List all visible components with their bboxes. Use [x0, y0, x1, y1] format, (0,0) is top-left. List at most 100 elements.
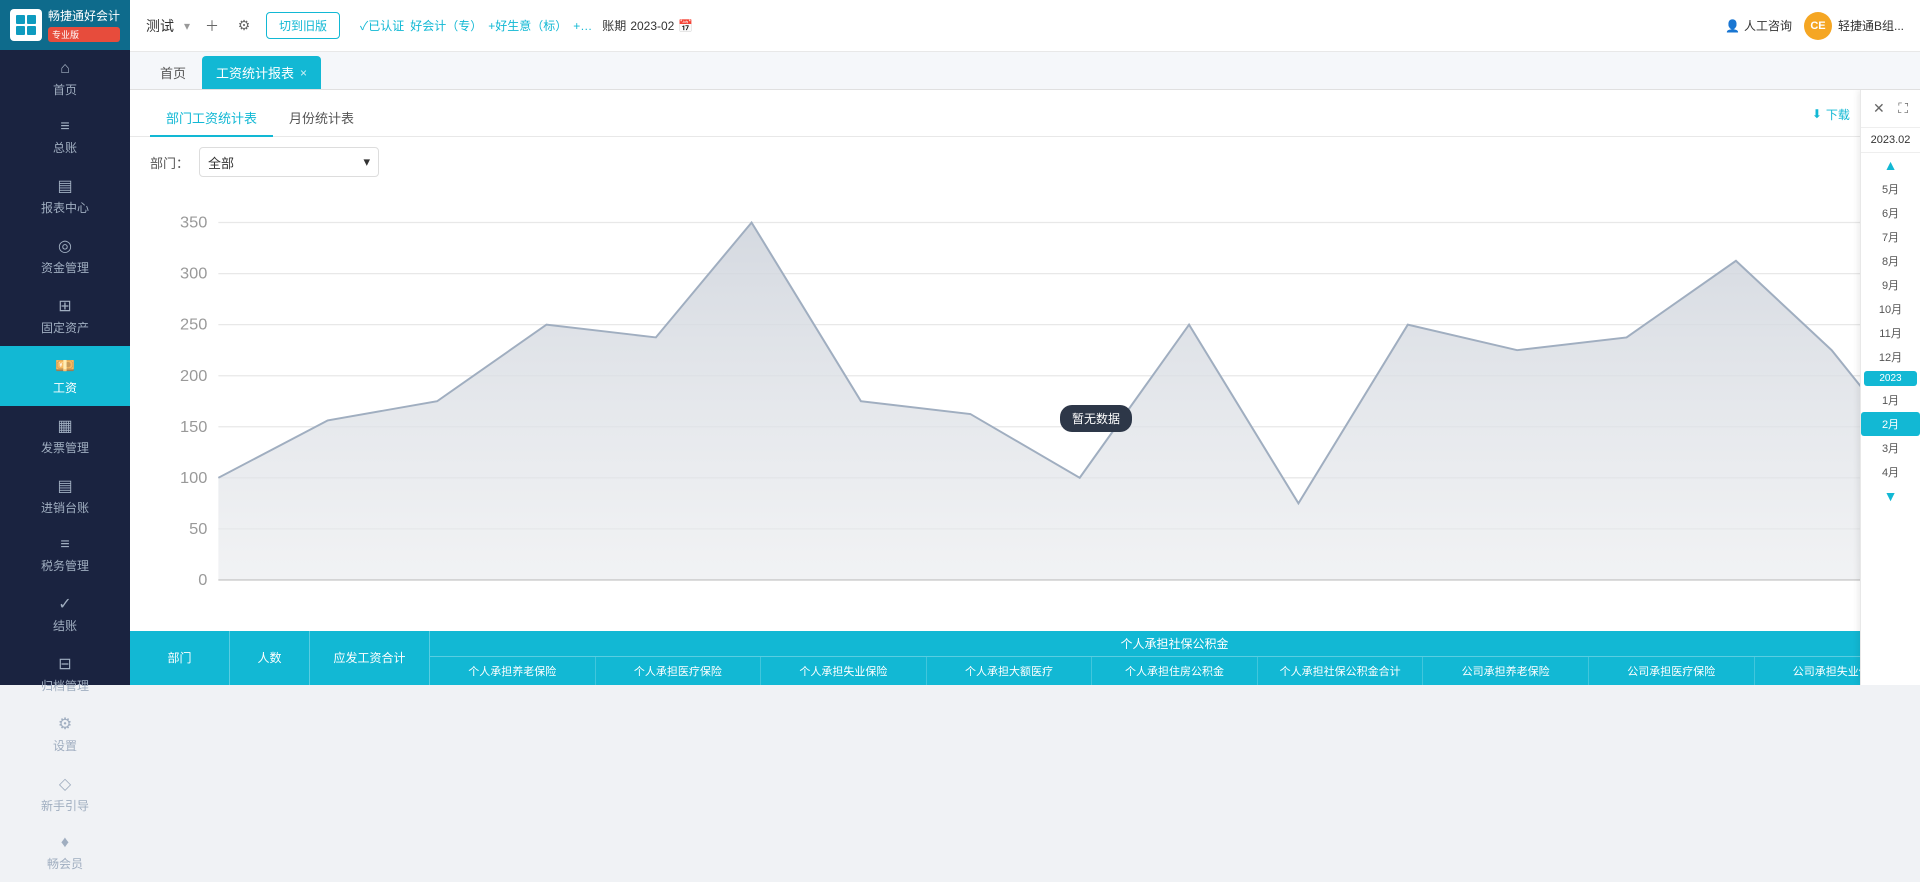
panel-month-8[interactable]: 8月	[1861, 249, 1920, 273]
help-icon: 👤	[1725, 19, 1740, 33]
panel-month-4[interactable]: 4月	[1861, 460, 1920, 484]
sidebar-item-finance[interactable]: ◎ 资金管理	[0, 226, 130, 286]
sidebar-item-payroll[interactable]: 💴 工资	[0, 346, 130, 406]
sidebar-item-label: 畅会员	[47, 855, 83, 872]
help-button[interactable]: 👤 人工咨询	[1725, 17, 1792, 34]
sub-tab-monthly[interactable]: 月份统计表	[273, 100, 370, 137]
ledger-icon: ≡	[60, 118, 69, 136]
panel-scroll-down-icon[interactable]: ▼	[1880, 484, 1902, 508]
period-label: 账期	[602, 17, 626, 34]
panel-close-icon[interactable]: ✕	[1869, 98, 1889, 119]
download-btn[interactable]: ⬇ 下载	[1812, 106, 1850, 123]
content-tabs: 首页 工资统计报表 ×	[130, 52, 1920, 90]
right-panel: ✕ ⛶ 2023.02 ▲ 5月 6月 7月 8月 9月 10月 11月 12月…	[1860, 90, 1920, 685]
finance-icon: ◎	[58, 236, 72, 256]
switch-to-old-btn[interactable]: 切到旧版	[266, 12, 340, 39]
panel-month-3[interactable]: 3月	[1861, 436, 1920, 460]
sidebar-item-label: 总账	[53, 139, 77, 156]
reports-icon: ▤	[57, 176, 72, 196]
settings-button[interactable]: ⚙	[232, 14, 256, 38]
sidebar-item-guide[interactable]: ◇ 新手引导	[0, 764, 130, 824]
logo-badge: 专业版	[48, 27, 120, 42]
chart-area: 350 300 250 200 150 100 50 0	[130, 187, 1920, 631]
panel-date: 2023.02	[1861, 128, 1920, 153]
assets-icon: ⊞	[58, 296, 71, 316]
topbar: 测试 ▾ ＋ ⚙ 切到旧版 ✓已认证 好会计（专） +好生意（标） +… 账期 …	[130, 0, 1920, 52]
page-content: 部门工资统计表 月份统计表 ⬇ 下载 ↻ 刷新 部门： 全部 ▾	[130, 90, 1920, 685]
calendar-icon[interactable]: 📅	[678, 19, 693, 33]
col-group-personal-insurance: 个人承担社保公积金 个人承担养老保险 个人承担医疗保险 个人承担失业保险 个人承…	[430, 631, 1920, 685]
sidebar-item-label: 进销台账	[41, 499, 89, 516]
sidebar-item-vip[interactable]: ♦ 畅会员	[0, 824, 130, 882]
avatar: CE	[1804, 12, 1832, 40]
sidebar-item-label: 设置	[53, 737, 77, 754]
col-total-salary: 应发工资合计	[310, 631, 430, 685]
add-button[interactable]: ＋	[200, 14, 224, 38]
dept-filter-select[interactable]: 全部 ▾	[199, 147, 379, 177]
user-name: 轻捷通B组...	[1838, 17, 1904, 34]
sidebar-item-label: 税务管理	[41, 557, 89, 574]
svg-text:100: 100	[180, 470, 208, 486]
sidebar-item-label: 发票管理	[41, 439, 89, 456]
tax-icon: ≡	[60, 536, 69, 554]
panel-year-2023: 2023	[1864, 371, 1917, 386]
panel-month-2-active[interactable]: 2月	[1861, 412, 1920, 436]
col-company-pension: 公司承担养老保险	[1423, 657, 1589, 685]
panel-month-11[interactable]: 11月	[1861, 321, 1920, 345]
panel-month-5[interactable]: 5月	[1861, 177, 1920, 201]
sidebar-item-home[interactable]: ⌂ 首页	[0, 50, 130, 108]
product-tag3: +…	[573, 19, 592, 33]
sidebar-item-assets[interactable]: ⊞ 固定资产	[0, 286, 130, 346]
panel-month-10[interactable]: 10月	[1861, 297, 1920, 321]
close-tab-icon[interactable]: ×	[300, 66, 307, 80]
panel-month-12[interactable]: 12月	[1861, 345, 1920, 369]
avatar-initials: CE	[1810, 20, 1825, 32]
period-value: 2023-02	[630, 19, 674, 33]
sidebar-item-invoice[interactable]: ▦ 发票管理	[0, 406, 130, 466]
table-header: 部门 人数 应发工资合计 个人承担社保公积金 个人承担养老保险 个人承担医疗保险…	[130, 631, 1920, 685]
sidebar-item-archive[interactable]: ⊟ 归档管理	[0, 644, 130, 704]
topbar-title: 测试	[146, 16, 174, 36]
logo-text: 畅捷通好会计	[48, 8, 120, 25]
archive-icon: ⊟	[58, 654, 71, 674]
panel-scroll-up-icon[interactable]: ▲	[1880, 153, 1902, 177]
topbar-dropdown-arrow[interactable]: ▾	[184, 19, 190, 33]
download-icon: ⬇	[1812, 107, 1822, 121]
sales-icon: ▤	[57, 476, 72, 496]
sidebar-item-reports[interactable]: ▤ 报表中心	[0, 166, 130, 226]
panel-month-1[interactable]: 1月	[1861, 388, 1920, 412]
topbar-actions: ＋ ⚙	[200, 14, 256, 38]
sidebar-item-settings[interactable]: ⚙ 设置	[0, 704, 130, 764]
panel-month-7[interactable]: 7月	[1861, 225, 1920, 249]
sidebar-item-label: 归档管理	[41, 677, 89, 694]
tab-payroll-report[interactable]: 工资统计报表 ×	[202, 56, 321, 89]
col-personal-medical: 个人承担医疗保险	[596, 657, 762, 685]
logo-icon	[10, 9, 42, 41]
dept-filter-label: 部门：	[150, 153, 189, 172]
sub-tabs: 部门工资统计表 月份统计表 ⬇ 下载 ↻ 刷新	[130, 90, 1920, 137]
tab-home[interactable]: 首页	[146, 56, 200, 89]
dept-filter-value: 全部	[208, 153, 234, 172]
filter-row: 部门： 全部 ▾	[130, 137, 1920, 187]
panel-month-6[interactable]: 6月	[1861, 201, 1920, 225]
help-label: 人工咨询	[1744, 17, 1792, 34]
sub-tab-dept[interactable]: 部门工资统计表	[150, 100, 273, 137]
svg-text:300: 300	[180, 266, 208, 282]
col-personal-pension: 个人承担养老保险	[430, 657, 596, 685]
panel-expand-icon[interactable]: ⛶	[1894, 98, 1912, 119]
invoice-icon: ▦	[57, 416, 72, 436]
panel-month-9[interactable]: 9月	[1861, 273, 1920, 297]
sidebar-item-label: 资金管理	[41, 259, 89, 276]
sidebar-item-sales[interactable]: ▤ 进销台账	[0, 466, 130, 526]
main-content: 测试 ▾ ＋ ⚙ 切到旧版 ✓已认证 好会计（专） +好生意（标） +… 账期 …	[130, 0, 1920, 685]
user-menu[interactable]: CE 轻捷通B组...	[1804, 12, 1904, 40]
svg-text:0: 0	[198, 573, 207, 589]
svg-text:250: 250	[180, 317, 208, 333]
sidebar-item-ledger[interactable]: ≡ 总账	[0, 108, 130, 166]
home-icon: ⌂	[60, 60, 70, 78]
vip-icon: ♦	[61, 834, 69, 852]
sidebar-item-closing[interactable]: ✓ 结账	[0, 584, 130, 644]
sidebar-item-tax[interactable]: ≡ 税务管理	[0, 526, 130, 584]
closing-icon: ✓	[58, 594, 71, 614]
col-personal-unemployment: 个人承担失业保险	[761, 657, 927, 685]
